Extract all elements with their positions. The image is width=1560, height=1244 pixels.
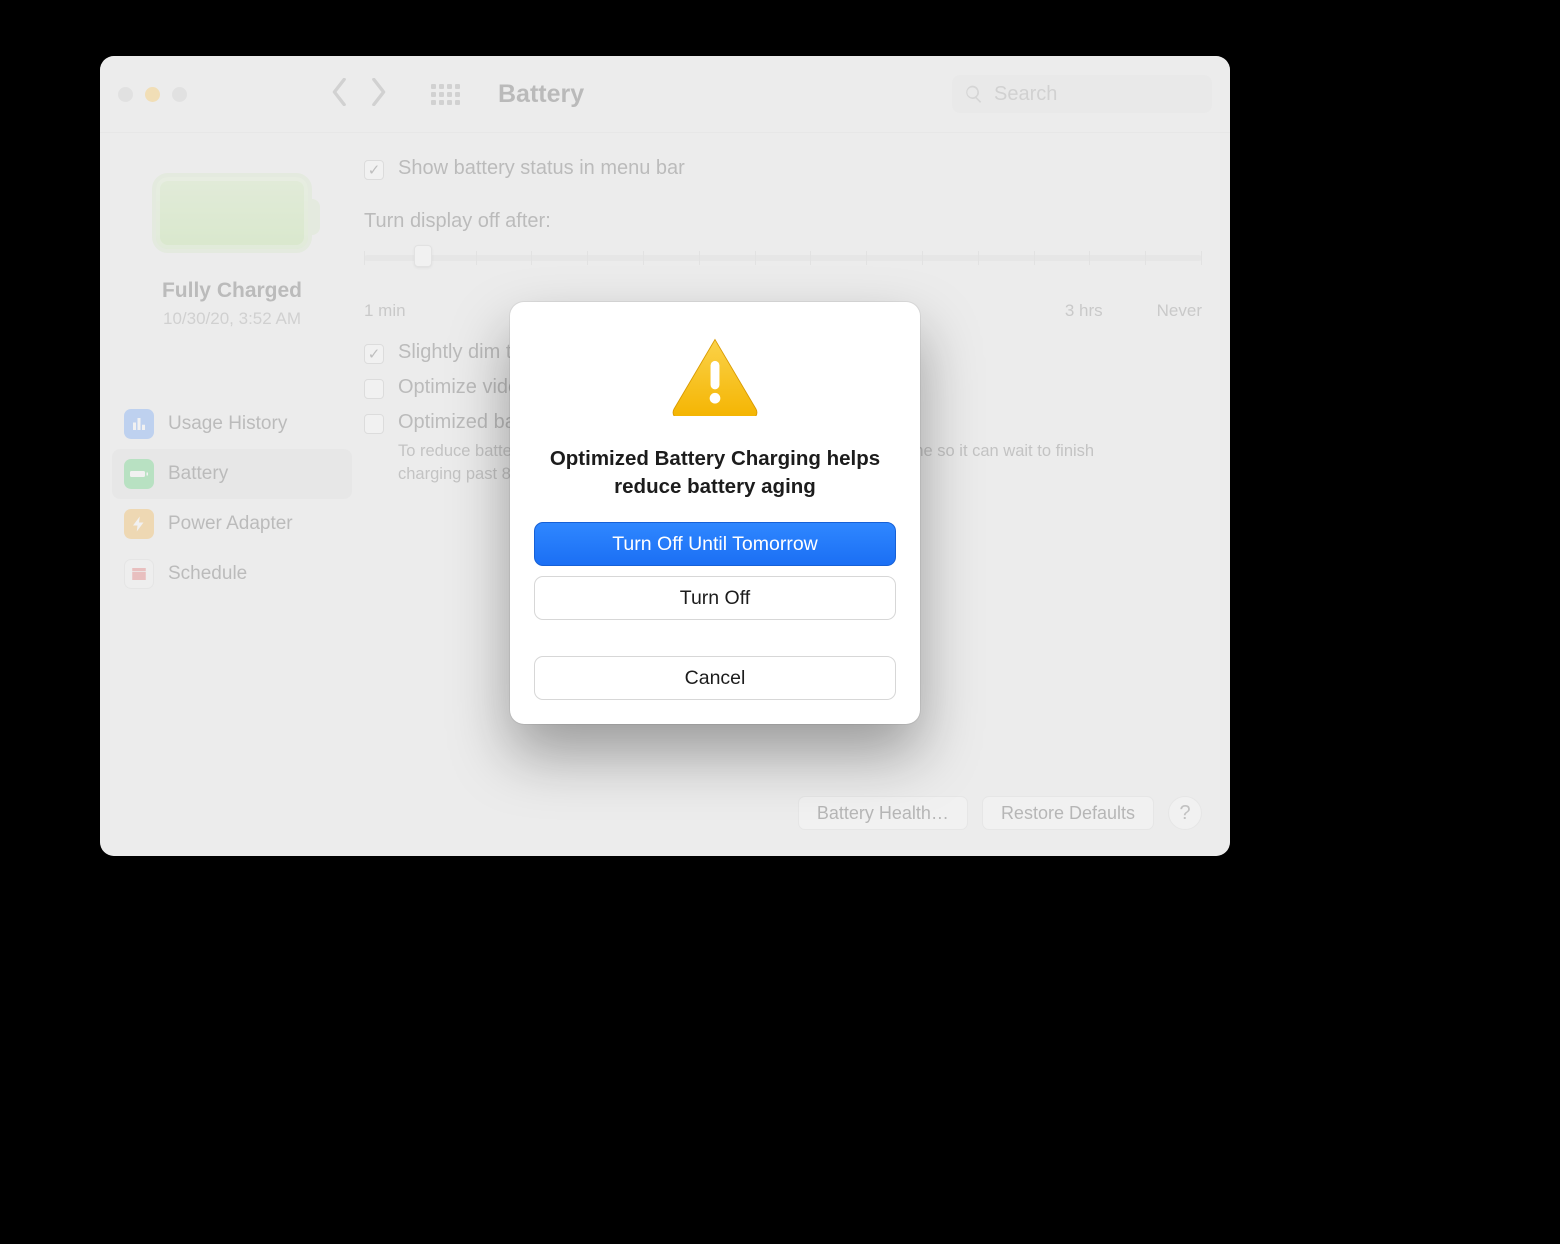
system-preferences-window: Battery Search Fully Charged 10/30/20, 3… xyxy=(100,56,1230,856)
warning-icon xyxy=(670,336,760,416)
dialog-title: Optimized Battery Charging helps reduce … xyxy=(544,445,886,500)
optimized-charging-dialog: Optimized Battery Charging helps reduce … xyxy=(510,302,920,724)
turn-off-until-tomorrow-button[interactable]: Turn Off Until Tomorrow xyxy=(534,522,896,566)
turn-off-button[interactable]: Turn Off xyxy=(534,576,896,620)
cancel-button[interactable]: Cancel xyxy=(534,656,896,700)
dialog-buttons: Turn Off Until Tomorrow Turn Off Cancel xyxy=(534,522,896,700)
